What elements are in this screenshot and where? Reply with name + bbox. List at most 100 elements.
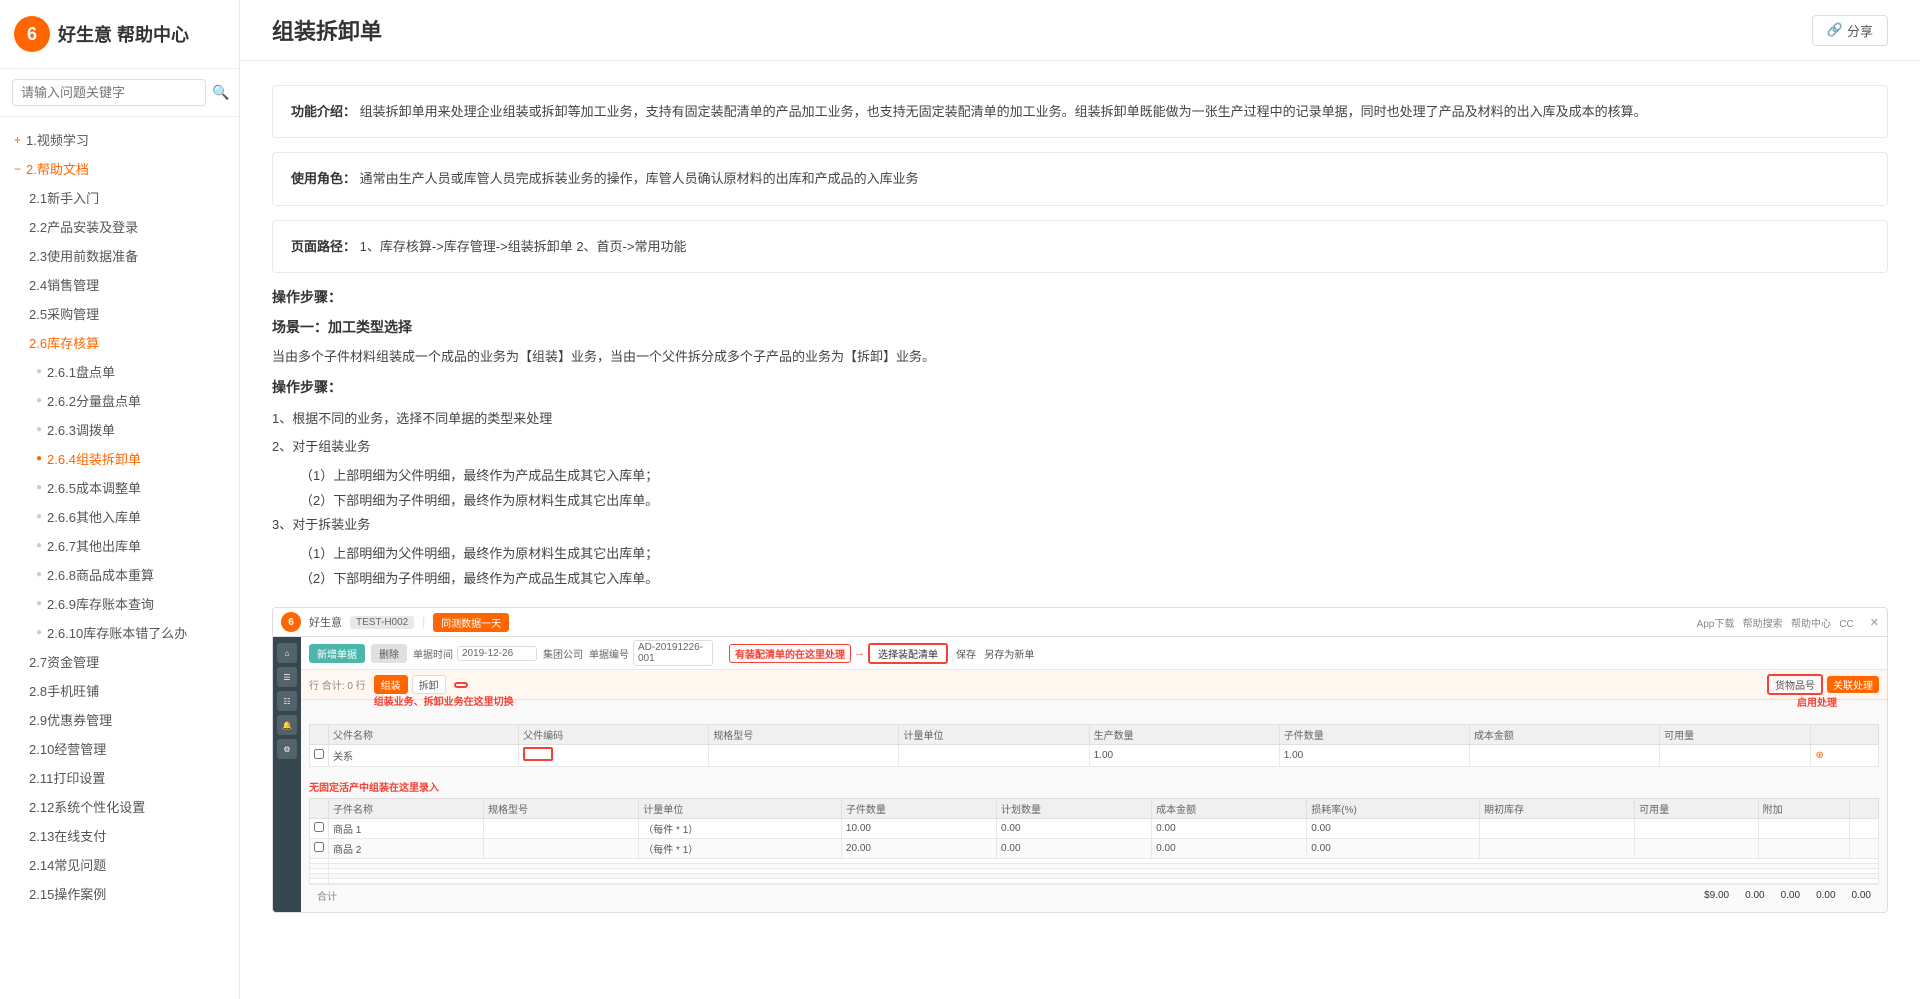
sidebar-item-newcomer[interactable]: 2.1新手入门 bbox=[0, 183, 239, 212]
sim-th2-ops: 附加 bbox=[1758, 799, 1850, 819]
step2: 2、对于组装业务 bbox=[272, 435, 1888, 460]
sim-footer-val3: 0.00 bbox=[1781, 890, 1800, 901]
sidebar-item-costcalc[interactable]: ●2.6.8商品成本重算 bbox=[0, 560, 239, 589]
sim-sub-toolbar: 行 合计: 0 行 组装 拆卸 组装业务、拆卸业务在这里切换 bbox=[301, 670, 1887, 700]
sidebar-item-print[interactable]: 2.11打印设置 bbox=[0, 763, 239, 792]
sim-td-qty2: 1.00 bbox=[1279, 745, 1469, 767]
sim-th2-extra bbox=[1850, 799, 1879, 819]
sim-th-spec: 规格型号 bbox=[709, 725, 899, 745]
sim-enable-btn[interactable]: 关联处理 bbox=[1827, 676, 1879, 693]
sim-td-code[interactable] bbox=[519, 745, 709, 767]
sim-footer-val4: 0.00 bbox=[1816, 890, 1835, 901]
sim-th-unit: 计量单位 bbox=[899, 725, 1089, 745]
sim-nav-setting[interactable]: ⚙ bbox=[277, 739, 297, 759]
dot-icon: ● bbox=[36, 395, 42, 406]
sidebar-item-label-stockdiv: 2.6.2分量盘点单 bbox=[47, 391, 141, 410]
search-button[interactable]: 🔍 bbox=[206, 80, 235, 105]
sidebar-item-assemble[interactable]: ●2.6.4组装拆卸单 bbox=[0, 444, 239, 473]
step2-sub1: （1）上部明细为父件明细，最终作为产成品生成其它入库单； bbox=[300, 464, 1888, 489]
sim-td2-code2 bbox=[484, 839, 639, 859]
sim-tab-del[interactable]: 删除 bbox=[371, 644, 407, 663]
sidebar-item-stockdiv[interactable]: ● 2.6.2分量盘点单 bbox=[0, 386, 239, 415]
sim-th-cost: 成本金额 bbox=[1469, 725, 1659, 745]
sim-td2-loss: 0.00 bbox=[1307, 819, 1480, 839]
sidebar-item-label-otherout: 2.6.7其他出库单 bbox=[47, 536, 141, 555]
sim-arrow1: → bbox=[854, 647, 865, 659]
search-input[interactable] bbox=[12, 79, 206, 106]
sim-td-name[interactable]: 关系 bbox=[329, 745, 519, 767]
sim-th2-name: 子件名称 bbox=[329, 799, 484, 819]
sidebar-item-coupon[interactable]: 2.9优惠券管理 bbox=[0, 705, 239, 734]
sim-footer: 合计 $9.00 0.00 0.00 0.00 bbox=[309, 884, 1879, 906]
sidebar-item-ops[interactable]: 2.10经营管理 bbox=[0, 734, 239, 763]
sim-th-subqty: 子件数量 bbox=[1279, 725, 1469, 745]
sim-td2-sel[interactable] bbox=[310, 819, 329, 839]
sidebar-item-label-adjust: 2.6.3调拨单 bbox=[47, 420, 115, 439]
sidebar-item-install[interactable]: 2.2产品安装及登录 bbox=[0, 212, 239, 241]
sidebar-item-label-finance: 2.7资金管理 bbox=[29, 652, 99, 671]
dot-icon: ● bbox=[36, 453, 42, 464]
sim-biz-tab-disassemble[interactable]: 拆卸 bbox=[412, 675, 446, 694]
steps-list: 1、根据不同的业务，选择不同单据的类型来处理 2、对于组装业务 （1）上部明细为… bbox=[272, 407, 1888, 592]
sidebar-item-predata[interactable]: 2.3使用前数据准备 bbox=[0, 241, 239, 270]
path-text: 1、库存核算->库存管理->组装拆卸单 2、首页->常用功能 bbox=[360, 239, 687, 254]
sim-td2-sel2[interactable] bbox=[310, 839, 329, 859]
sim-th2-sel bbox=[310, 799, 329, 819]
sim-biz-tab-assemble[interactable]: 组装 bbox=[374, 675, 408, 694]
sidebar-item-finance[interactable]: 2.7资金管理 bbox=[0, 647, 239, 676]
share-icon: 🔗 bbox=[1827, 22, 1843, 38]
sidebar-item-label-mobile: 2.8手机旺铺 bbox=[29, 681, 99, 700]
sim-form-date: 单据时间 2019-12-26 bbox=[413, 646, 537, 661]
sim-date-val[interactable]: 2019-12-26 bbox=[457, 646, 537, 661]
sim-td-sel[interactable] bbox=[310, 745, 329, 767]
sim-clearlist-btn[interactable]: 选择装配清单 bbox=[868, 643, 948, 664]
sidebar-item-onlinepay[interactable]: 2.13在线支付 bbox=[0, 821, 239, 850]
sim-nav-bell[interactable]: 🔔 bbox=[277, 715, 297, 735]
sim-enable-input[interactable]: 货物品号 bbox=[1767, 674, 1823, 695]
sim-highlight-input[interactable] bbox=[454, 682, 468, 688]
sim-th-parent-name: 父件名称 bbox=[329, 725, 519, 745]
sidebar-item-costadjust[interactable]: ●2.6.5成本调整单 bbox=[0, 473, 239, 502]
sidebar-item-stockerror[interactable]: ●2.6.10库存账本错了么办 bbox=[0, 618, 239, 647]
sidebar-item-purchase[interactable]: 2.5采购管理 bbox=[0, 299, 239, 328]
sim-td2-ops bbox=[1758, 819, 1850, 839]
sidebar-item-label-print: 2.11打印设置 bbox=[29, 768, 105, 787]
sidebar-item-inventory[interactable]: 2.6库存核算 bbox=[0, 328, 239, 357]
sidebar-item-cases[interactable]: 2.15操作案例 bbox=[0, 879, 239, 908]
sim-topbar: 6 好生意 TEST-H002 | 同测数据一天 App下载 帮助搜索 帮助中心… bbox=[273, 608, 1887, 637]
sidebar-item-otherin[interactable]: ●2.6.6其他入库单 bbox=[0, 502, 239, 531]
sim-footer-val2: 0.00 bbox=[1745, 890, 1764, 901]
sim-table-sub: 子件名称 规格型号 计量单位 子件数量 计划数量 成本金额 损耗率(%) 期初库… bbox=[309, 798, 1879, 884]
sidebar-item-adjust[interactable]: ●2.6.3调拨单 bbox=[0, 415, 239, 444]
sim-close-icon[interactable]: ✕ bbox=[1870, 616, 1879, 629]
sim-nav-home[interactable]: ⌂ bbox=[277, 643, 297, 663]
sim-tab-new[interactable]: 新增单据 bbox=[309, 644, 365, 663]
sidebar-item-mobile[interactable]: 2.8手机旺铺 bbox=[0, 676, 239, 705]
sim-td2-spec2: （每件 * 1） bbox=[639, 839, 842, 859]
sidebar-nav: +1.视频学习−2.帮助文档2.1新手入门2.2产品安装及登录2.3使用前数据准… bbox=[0, 117, 239, 999]
sim-footer-val1: $9.00 bbox=[1704, 890, 1729, 901]
sidebar-item-docs[interactable]: −2.帮助文档 bbox=[0, 154, 239, 183]
sim-docno-val[interactable]: AD-20191226-001 bbox=[633, 640, 713, 666]
share-button[interactable]: 🔗 分享 bbox=[1812, 15, 1888, 46]
sidebar-item-faq[interactable]: 2.14常见问题 bbox=[0, 850, 239, 879]
main-header: 组装拆卸单 🔗 分享 bbox=[240, 0, 1920, 61]
path-box: 页面路径： 1、库存核算->库存管理->组装拆卸单 2、首页->常用功能 bbox=[272, 220, 1888, 273]
sim-nav-chart[interactable]: ☷ bbox=[277, 691, 297, 711]
sim-td-action[interactable]: ⊕ bbox=[1811, 745, 1879, 767]
ops-title: 操作步骤： bbox=[272, 287, 1888, 307]
sim-th-sel bbox=[310, 725, 329, 745]
sidebar-item-sysconfig[interactable]: 2.12系统个性化设置 bbox=[0, 792, 239, 821]
sim-th2-initstock: 期初库存 bbox=[1480, 799, 1635, 819]
sim-th-ops bbox=[1811, 725, 1879, 745]
sidebar-item-label-sysconfig: 2.12系统个性化设置 bbox=[29, 797, 145, 816]
sidebar-item-stockcheck[interactable]: ●2.6.9库存账本查询 bbox=[0, 589, 239, 618]
sidebar-item-otherout[interactable]: ●2.6.7其他出库单 bbox=[0, 531, 239, 560]
sidebar-item-stocktake[interactable]: ●2.6.1盘点单 bbox=[0, 357, 239, 386]
sim-data-btn[interactable]: 同测数据一天 bbox=[433, 613, 509, 632]
sidebar-search-area: 🔍 bbox=[0, 69, 239, 117]
sim-nav-doc[interactable]: ☰ bbox=[277, 667, 297, 687]
sidebar-item-sales[interactable]: 2.4销售管理 bbox=[0, 270, 239, 299]
sidebar-item-video[interactable]: +1.视频学习 bbox=[0, 125, 239, 154]
sim-th2-planqty: 计划数量 bbox=[997, 799, 1152, 819]
